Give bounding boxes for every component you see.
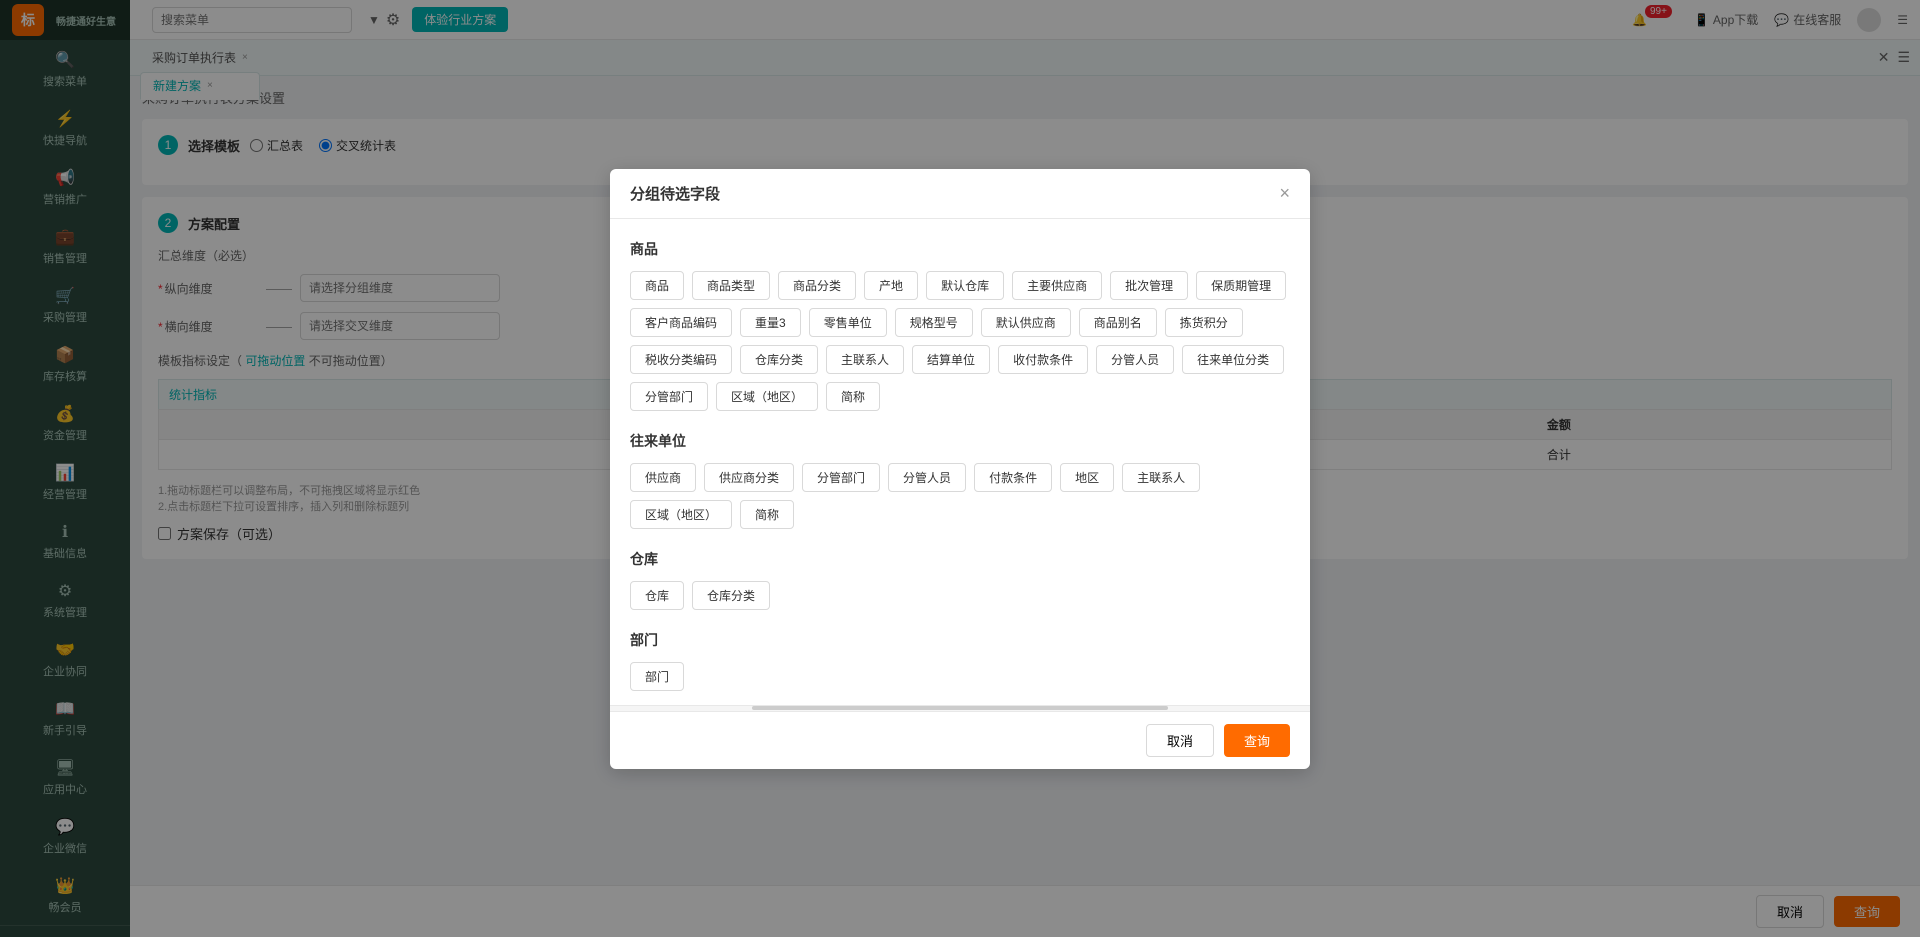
field-tag-1-0[interactable]: 供应商 [630, 463, 696, 492]
modal-overlay: 分组待选字段 × 商品商品商品类型商品分类产地默认仓库主要供应商批次管理保质期管… [0, 0, 1920, 937]
modal-close-icon[interactable]: × [1279, 183, 1290, 204]
field-tag-2-0[interactable]: 仓库 [630, 581, 684, 610]
field-tag-3-0[interactable]: 部门 [630, 662, 684, 691]
field-section-3: 部门部门 [630, 630, 1290, 691]
field-tags-2: 仓库仓库分类 [630, 581, 1290, 610]
section-title-3: 部门 [630, 630, 1290, 650]
field-tag-2-1[interactable]: 仓库分类 [692, 581, 770, 610]
modal-title: 分组待选字段 [630, 183, 720, 204]
field-tag-1-1[interactable]: 供应商分类 [704, 463, 794, 492]
field-tag-0-16[interactable]: 仓库分类 [740, 345, 818, 374]
field-tags-0: 商品商品类型商品分类产地默认仓库主要供应商批次管理保质期管理客户商品编码重量3 零… [630, 271, 1290, 411]
field-tag-0-10[interactable]: 零售单位 [809, 308, 887, 337]
field-tag-0-2[interactable]: 商品分类 [778, 271, 856, 300]
field-section-0: 商品商品商品类型商品分类产地默认仓库主要供应商批次管理保质期管理客户商品编码重量… [630, 239, 1290, 411]
field-tag-0-19[interactable]: 收付款条件 [998, 345, 1088, 374]
field-tag-0-24[interactable]: 简称 [826, 382, 880, 411]
field-section-1: 往来单位供应商供应商分类分管部门分管人员付款条件地区主联系人区域（地区） 简称 [630, 431, 1290, 529]
field-tag-0-8[interactable]: 客户商品编码 [630, 308, 732, 337]
field-tag-1-2[interactable]: 分管部门 [802, 463, 880, 492]
field-tag-0-9[interactable]: 重量3 [740, 308, 801, 337]
field-tag-0-15[interactable]: 税收分类编码 [630, 345, 732, 374]
field-tag-0-4[interactable]: 默认仓库 [926, 271, 1004, 300]
field-tag-0-18[interactable]: 结算单位 [912, 345, 990, 374]
field-tag-0-6[interactable]: 批次管理 [1110, 271, 1188, 300]
field-tag-0-20[interactable]: 分管人员 [1096, 345, 1174, 374]
modal-confirm-button[interactable]: 查询 [1224, 724, 1290, 757]
field-tag-1-6[interactable]: 主联系人 [1122, 463, 1200, 492]
field-tag-0-7[interactable]: 保质期管理 [1196, 271, 1286, 300]
section-title-0: 商品 [630, 239, 1290, 259]
field-tag-0-5[interactable]: 主要供应商 [1012, 271, 1102, 300]
field-tag-0-13[interactable]: 商品别名 [1079, 308, 1157, 337]
modal-header: 分组待选字段 × [610, 169, 1310, 219]
field-tag-1-3[interactable]: 分管人员 [888, 463, 966, 492]
field-tag-0-12[interactable]: 默认供应商 [981, 308, 1071, 337]
modal-body[interactable]: 商品商品商品类型商品分类产地默认仓库主要供应商批次管理保质期管理客户商品编码重量… [610, 219, 1310, 705]
modal-footer: 取消 查询 [610, 711, 1310, 769]
field-tag-1-5[interactable]: 地区 [1060, 463, 1114, 492]
section-title-1: 往来单位 [630, 431, 1290, 451]
field-tag-0-3[interactable]: 产地 [864, 271, 918, 300]
hscroll-thumb [752, 706, 1167, 710]
field-tag-0-17[interactable]: 主联系人 [826, 345, 904, 374]
field-tag-0-0[interactable]: 商品 [630, 271, 684, 300]
field-select-modal: 分组待选字段 × 商品商品商品类型商品分类产地默认仓库主要供应商批次管理保质期管… [610, 169, 1310, 769]
field-tag-0-14[interactable]: 拣货积分 [1165, 308, 1243, 337]
field-tag-0-23[interactable]: 区域（地区） [716, 382, 818, 411]
field-tag-0-11[interactable]: 规格型号 [895, 308, 973, 337]
section-title-2: 仓库 [630, 549, 1290, 569]
field-tag-1-8[interactable]: 简称 [740, 500, 794, 529]
field-tag-0-22[interactable]: 分管部门 [630, 382, 708, 411]
field-tag-1-7[interactable]: 区域（地区） [630, 500, 732, 529]
field-tag-0-21[interactable]: 往来单位分类 [1182, 345, 1284, 374]
field-tags-1: 供应商供应商分类分管部门分管人员付款条件地区主联系人区域（地区） 简称 [630, 463, 1290, 529]
field-section-2: 仓库仓库仓库分类 [630, 549, 1290, 610]
field-tags-3: 部门 [630, 662, 1290, 691]
field-tag-0-1[interactable]: 商品类型 [692, 271, 770, 300]
modal-cancel-button[interactable]: 取消 [1146, 724, 1214, 757]
field-tag-1-4[interactable]: 付款条件 [974, 463, 1052, 492]
